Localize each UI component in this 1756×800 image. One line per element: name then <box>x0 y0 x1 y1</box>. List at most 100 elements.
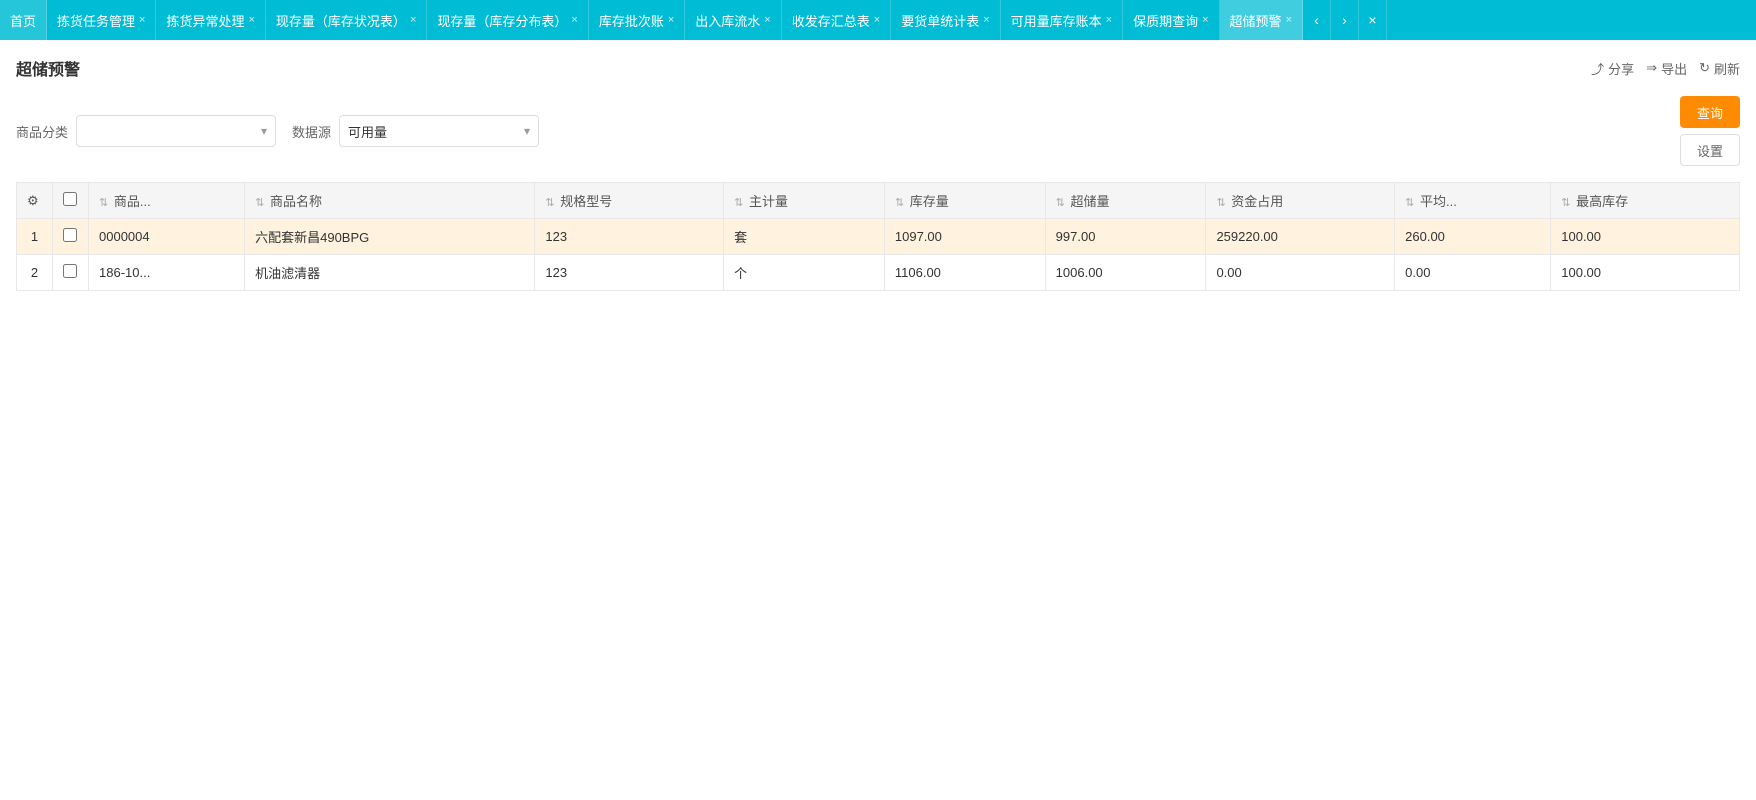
row-avg-1: 260.00 <box>1395 219 1551 255</box>
nav-tab-order-stats-label: 要货单统计表 <box>901 11 979 30</box>
sort-icon-overstock: ⇅ <box>1056 197 1065 209</box>
refresh-label: 刷新 <box>1714 59 1740 78</box>
th-spec-label: 规格型号 <box>560 194 612 209</box>
th-settings[interactable]: ⚙ <box>17 183 53 219</box>
table-header-row: ⚙ ⇅ 商品... ⇅ 商品名称 ⇅ 规格型号 ⇅ <box>17 183 1740 219</box>
table-row: 2 186-10... 机油滤清器 123 个 1106.00 1006.00 … <box>17 255 1740 291</box>
query-button[interactable]: 查询 <box>1680 96 1740 128</box>
row-inventory-2: 1106.00 <box>884 255 1045 291</box>
row-num-1: 1 <box>17 219 53 255</box>
nav-tab-inventory-status-label: 现存量（库存状况表） <box>276 11 406 30</box>
nav-tab-inventory-dist-close[interactable]: × <box>571 14 577 26</box>
th-max-stock-label: 最高库存 <box>1576 194 1628 209</box>
row-checkbox-1[interactable] <box>53 219 89 255</box>
nav-tab-exception-close[interactable]: × <box>248 14 254 26</box>
nav-tab-batch-account[interactable]: 库存批次账 × <box>589 0 685 40</box>
row-max-stock-2: 100.00 <box>1551 255 1740 291</box>
nav-tab-inventory-dist[interactable]: 现存量（库存分布表） × <box>427 0 588 40</box>
sort-icon-inventory: ⇅ <box>895 197 904 209</box>
sort-icon-unit: ⇅ <box>734 197 743 209</box>
datasource-select[interactable]: 可用量 ▾ <box>339 115 539 147</box>
th-overstock-label: 超储量 <box>1071 194 1110 209</box>
select-all-checkbox[interactable] <box>63 192 77 206</box>
refresh-button[interactable]: ↻ 刷新 <box>1699 59 1740 78</box>
category-label: 商品分类 <box>16 122 68 141</box>
nav-tab-order-stats-close[interactable]: × <box>983 14 989 26</box>
nav-tab-quality-period[interactable]: 保质期查询 × <box>1123 0 1219 40</box>
action-buttons: 查询 设置 <box>1680 96 1740 166</box>
sort-icon-product-name: ⇅ <box>255 197 264 209</box>
nav-tab-exception[interactable]: 拣货异常处理 × <box>156 0 265 40</box>
th-overstock[interactable]: ⇅ 超储量 <box>1045 183 1206 219</box>
th-spec[interactable]: ⇅ 规格型号 <box>535 183 724 219</box>
page-title: 超储预警 <box>16 56 80 80</box>
category-select[interactable]: ▾ <box>76 115 276 147</box>
top-navigation: 首页 拣货任务管理 × 拣货异常处理 × 现存量（库存状况表） × 现存量（库存… <box>0 0 1756 40</box>
nav-tab-available-account-close[interactable]: × <box>1106 14 1112 26</box>
row-spec-1: 123 <box>535 219 724 255</box>
row-checkbox-2[interactable] <box>53 255 89 291</box>
chevron-down-icon-2: ▾ <box>524 124 530 138</box>
nav-tab-task-mgmt-close[interactable]: × <box>139 14 145 26</box>
nav-tab-collect-summary-label: 收发存汇总表 <box>792 11 870 30</box>
row-product-name-1: 六配套新昌490BPG <box>245 219 535 255</box>
filter-row: 商品分类 ▾ 数据源 可用量 ▾ 查询 设置 <box>16 96 1740 166</box>
sort-icon-avg: ⇅ <box>1405 197 1414 209</box>
share-button[interactable]: ⤴ 分享 <box>1591 59 1634 78</box>
nav-tab-inout-flow-close[interactable]: × <box>764 14 770 26</box>
nav-tab-overstock-warning-close[interactable]: × <box>1286 14 1292 26</box>
row-select-checkbox-1[interactable] <box>63 228 77 242</box>
table-row: 1 0000004 六配套新昌490BPG 123 套 1097.00 997.… <box>17 219 1740 255</box>
nav-arrow-expand[interactable]: × <box>1359 0 1387 40</box>
nav-tab-collect-summary[interactable]: 收发存汇总表 × <box>782 0 891 40</box>
row-avg-2: 0.00 <box>1395 255 1551 291</box>
nav-tab-exception-label: 拣货异常处理 <box>166 11 244 30</box>
nav-tab-overstock-warning[interactable]: 超储预警 × <box>1220 0 1303 40</box>
nav-tab-available-account[interactable]: 可用量库存账本 × <box>1001 0 1123 40</box>
export-button[interactable]: ⇒ 导出 <box>1646 59 1687 78</box>
row-product-name-2: 机油滤清器 <box>245 255 535 291</box>
nav-tab-inventory-dist-label: 现存量（库存分布表） <box>437 11 567 30</box>
refresh-icon: ↻ <box>1699 60 1710 76</box>
row-unit-1: 套 <box>724 219 885 255</box>
row-max-stock-1: 100.00 <box>1551 219 1740 255</box>
datasource-label: 数据源 <box>292 122 331 141</box>
category-filter: 商品分类 ▾ <box>16 115 276 147</box>
row-capital-2: 0.00 <box>1206 255 1395 291</box>
nav-tab-inventory-status-close[interactable]: × <box>410 14 416 26</box>
row-spec-2: 123 <box>535 255 724 291</box>
row-overstock-1: 997.00 <box>1045 219 1206 255</box>
th-capital[interactable]: ⇅ 资金占用 <box>1206 183 1395 219</box>
sort-icon-product-code: ⇅ <box>99 197 108 209</box>
nav-tab-collect-summary-close[interactable]: × <box>874 14 880 26</box>
th-inventory[interactable]: ⇅ 库存量 <box>884 183 1045 219</box>
row-inventory-1: 1097.00 <box>884 219 1045 255</box>
gear-icon: ⚙ <box>27 193 39 208</box>
nav-tab-order-stats[interactable]: 要货单统计表 × <box>891 0 1000 40</box>
header-actions: ⤴ 分享 ⇒ 导出 ↻ 刷新 <box>1591 59 1740 78</box>
share-icon: ⤴ <box>1591 59 1604 78</box>
th-avg[interactable]: ⇅ 平均... <box>1395 183 1551 219</box>
th-checkbox[interactable] <box>53 183 89 219</box>
nav-tab-batch-account-close[interactable]: × <box>668 14 674 26</box>
chevron-down-icon: ▾ <box>261 124 267 138</box>
nav-tab-task-mgmt[interactable]: 拣货任务管理 × <box>47 0 156 40</box>
th-product-name[interactable]: ⇅ 商品名称 <box>245 183 535 219</box>
th-capital-label: 资金占用 <box>1231 194 1283 209</box>
nav-tab-quality-period-close[interactable]: × <box>1202 14 1208 26</box>
nav-tab-inout-flow[interactable]: 出入库流水 × <box>685 0 781 40</box>
th-product-code[interactable]: ⇅ 商品... <box>89 183 245 219</box>
nav-tab-inventory-status[interactable]: 现存量（库存状况表） × <box>266 0 427 40</box>
nav-tab-home-label: 首页 <box>10 11 36 30</box>
nav-tab-home[interactable]: 首页 <box>0 0 47 40</box>
nav-tab-available-account-label: 可用量库存账本 <box>1011 11 1102 30</box>
share-label: 分享 <box>1608 59 1634 78</box>
th-unit[interactable]: ⇅ 主计量 <box>724 183 885 219</box>
nav-arrow-right[interactable]: › <box>1331 0 1359 40</box>
nav-arrow-left[interactable]: ‹ <box>1303 0 1331 40</box>
th-max-stock[interactable]: ⇅ 最高库存 <box>1551 183 1740 219</box>
row-select-checkbox-2[interactable] <box>63 264 77 278</box>
settings-button[interactable]: 设置 <box>1680 134 1740 166</box>
th-product-name-label: 商品名称 <box>270 194 322 209</box>
datasource-select-value: 可用量 <box>348 122 387 141</box>
